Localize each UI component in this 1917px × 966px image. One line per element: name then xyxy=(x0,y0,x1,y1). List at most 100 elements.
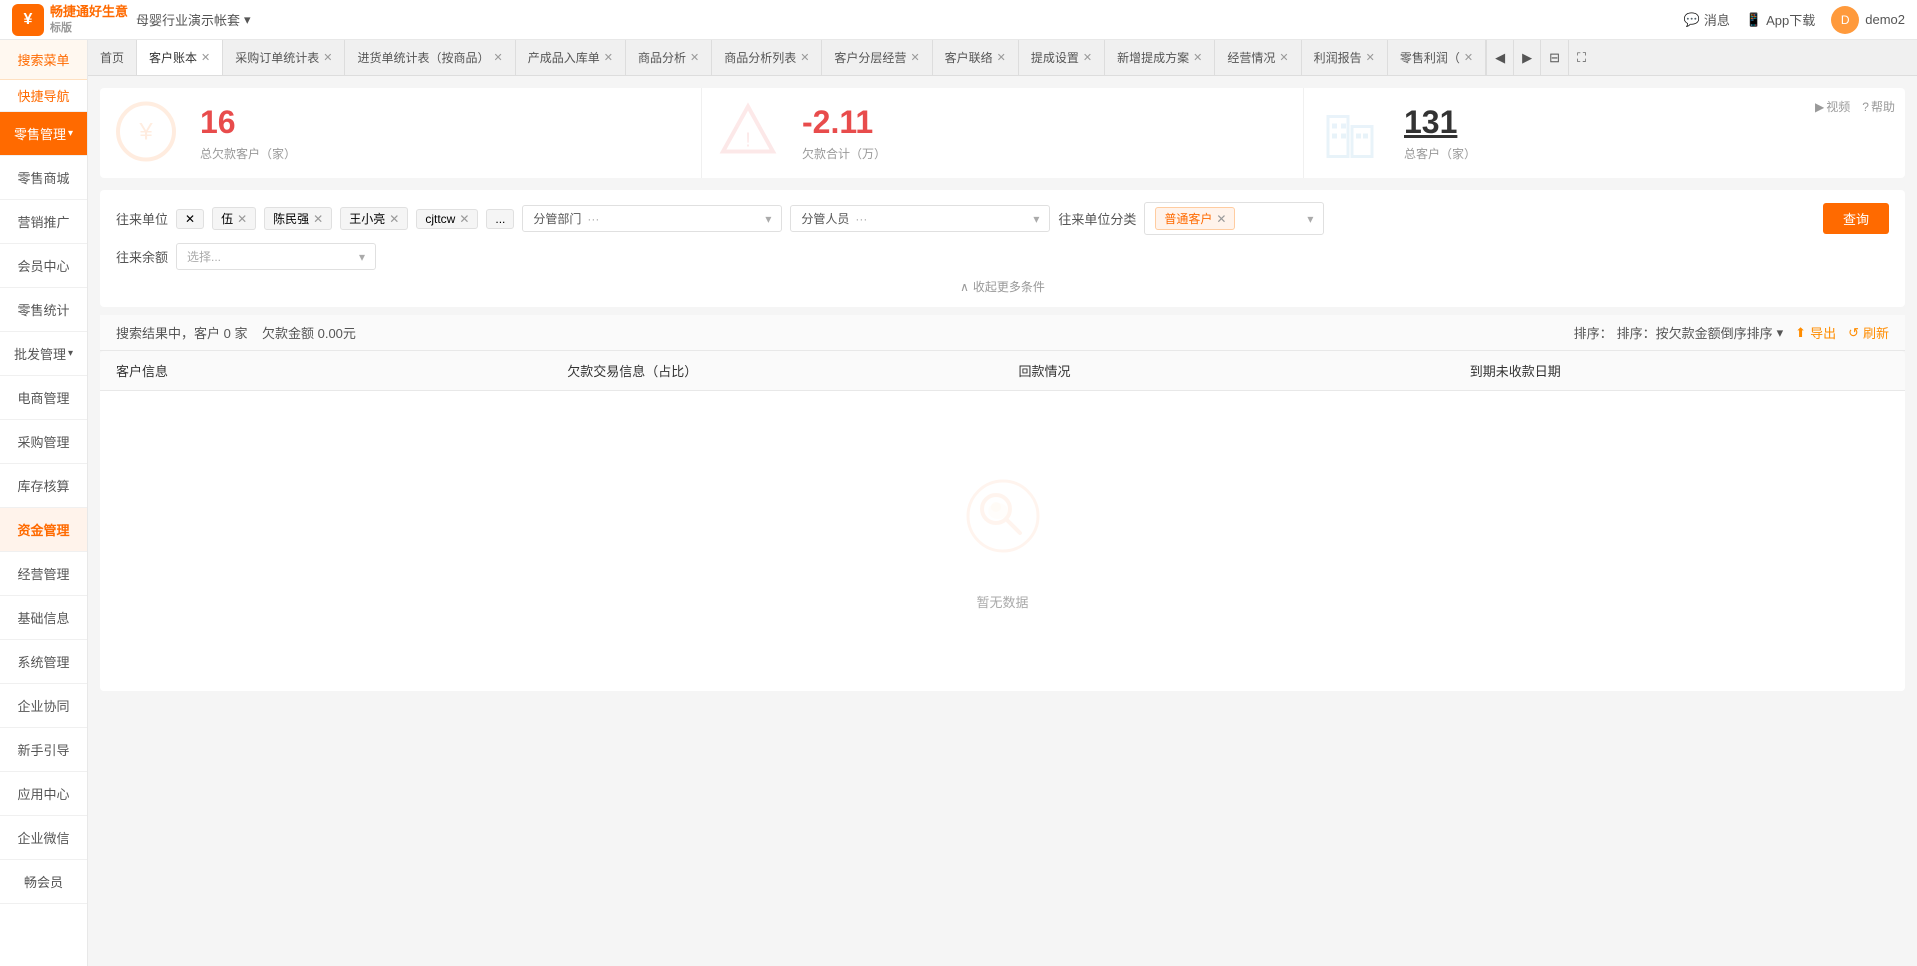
sidebar-item-new-guide[interactable]: 新手引导 xyxy=(0,728,87,772)
tag-cjttcw-remove[interactable]: ✕ xyxy=(459,212,469,226)
sidebar-item-enterprise-wechat[interactable]: 企业微信 xyxy=(0,816,87,860)
tab-collapse-btn[interactable]: ⊟ xyxy=(1540,40,1568,76)
sidebar-label-purchase: 采购管理 xyxy=(17,435,69,450)
tab-customer-book-close[interactable]: ✕ xyxy=(201,51,210,64)
sidebar-item-ecommerce[interactable]: 电商管理 xyxy=(0,376,87,420)
collapse-btn[interactable]: ∧ 收起更多条件 xyxy=(116,278,1889,295)
sidebar-item-member-vip[interactable]: 畅会员 xyxy=(0,860,87,904)
stat-card-customers: ¥ 16 总欠款客户（家） xyxy=(100,88,702,178)
tab-home[interactable]: 首页 xyxy=(88,40,137,76)
unit-type-tag-normal[interactable]: 普通客户 ✕ xyxy=(1155,207,1235,230)
sidebar-item-retail-stats[interactable]: 零售统计 xyxy=(0,288,87,332)
tab-goods-analysis-list-close[interactable]: ✕ xyxy=(800,51,809,64)
sidebar-item-system[interactable]: 系统管理 xyxy=(0,640,87,684)
filter-more-tag[interactable]: ... xyxy=(486,209,514,229)
tab-next-btn[interactable]: ▶ xyxy=(1513,40,1540,76)
filter-tag-cjttcw[interactable]: cjttcw ✕ xyxy=(416,209,478,229)
tab-inbound-close[interactable]: ✕ xyxy=(494,51,503,64)
tab-operations-status-close[interactable]: ✕ xyxy=(1279,51,1288,64)
stat-text-debt: -2.11 欠款合计（万） xyxy=(802,104,886,162)
collapse-up-icon: ∧ xyxy=(960,280,969,294)
unit-type-selector[interactable]: 普通客户 ✕ ▾ xyxy=(1144,202,1324,235)
sidebar-item-purchase[interactable]: 采购管理 xyxy=(0,420,87,464)
tab-customer-contact-label: 客户联络 xyxy=(945,49,993,66)
video-link[interactable]: ▶ 视频 xyxy=(1815,98,1850,115)
dept-arrow: ▾ xyxy=(765,212,771,226)
tab-purchase-order-close[interactable]: ✕ xyxy=(323,51,332,64)
tab-operations-status[interactable]: 经营情况 ✕ xyxy=(1215,40,1301,76)
help-link[interactable]: ? 帮助 xyxy=(1862,98,1895,115)
tab-mention-settings-close[interactable]: ✕ xyxy=(1083,51,1092,64)
balance-arrow: ▾ xyxy=(359,250,365,264)
tab-customer-tier[interactable]: 客户分层经营 ✕ xyxy=(822,40,932,76)
empty-state: 暂无数据 xyxy=(100,391,1905,691)
debt-amount: 0.00元 xyxy=(318,326,356,341)
account-selector[interactable]: 母婴行业演示帐套 ▾ xyxy=(136,10,251,29)
tab-mention-settings[interactable]: 提成设置 ✕ xyxy=(1019,40,1105,76)
tab-customer-tier-close[interactable]: ✕ xyxy=(910,51,919,64)
tag-wu-remove[interactable]: ✕ xyxy=(237,212,247,226)
sidebar-label-marketing: 营销推广 xyxy=(17,215,69,230)
export-label: 导出 xyxy=(1810,323,1836,342)
messages-link[interactable]: 💬 消息 xyxy=(1684,10,1730,29)
user-profile[interactable]: D demo2 xyxy=(1831,6,1905,34)
tab-inbound-stats[interactable]: 进货单统计表（按商品） ✕ xyxy=(345,40,515,76)
tab-add-mention-close[interactable]: ✕ xyxy=(1193,51,1202,64)
dept-selector[interactable]: 分管部门 ··· ▾ xyxy=(522,205,782,232)
sidebar-quick-nav[interactable]: 快捷导航 xyxy=(0,80,87,112)
question-icon: ? xyxy=(1862,100,1869,114)
sidebar-item-operations[interactable]: 经营管理 xyxy=(0,552,87,596)
unit-type-tag-remove[interactable]: ✕ xyxy=(1216,212,1226,226)
tag-wang-remove[interactable]: ✕ xyxy=(389,212,399,226)
filter-all-units[interactable]: ✕ xyxy=(176,209,204,229)
person-label: 分管人员 xyxy=(801,210,849,227)
tab-retail-profit-close[interactable]: ✕ xyxy=(1464,51,1473,64)
tab-add-mention[interactable]: 新增提成方案 ✕ xyxy=(1105,40,1215,76)
tab-customer-book-label: 客户账本 xyxy=(149,49,197,66)
tab-profit-report[interactable]: 利润报告 ✕ xyxy=(1302,40,1388,76)
tab-customer-contact-close[interactable]: ✕ xyxy=(997,51,1006,64)
filter-tag-wang[interactable]: 王小亮 ✕ xyxy=(340,207,408,230)
tab-product-inbound-close[interactable]: ✕ xyxy=(604,51,613,64)
tag-chen-remove[interactable]: ✕ xyxy=(313,212,323,226)
tab-profit-report-close[interactable]: ✕ xyxy=(1366,51,1375,64)
sidebar-label-basic-info: 基础信息 xyxy=(17,611,69,626)
balance-label: 往来余额 xyxy=(116,247,168,266)
tab-goods-analysis-list[interactable]: 商品分析列表 ✕ xyxy=(712,40,822,76)
refresh-button[interactable]: ↺ 刷新 xyxy=(1848,323,1889,342)
sidebar-item-retail-mall[interactable]: 零售商城 xyxy=(0,156,87,200)
messages-label: 消息 xyxy=(1704,10,1730,29)
sidebar-item-retail-mgmt[interactable]: 零售管理 ▾ xyxy=(0,112,87,156)
tab-add-mention-label: 新增提成方案 xyxy=(1117,49,1189,66)
sidebar-label-inventory: 库存核算 xyxy=(17,479,69,494)
sidebar-item-capital[interactable]: 资金管理 xyxy=(0,508,87,552)
sidebar-item-marketing[interactable]: 营销推广 xyxy=(0,200,87,244)
filter-tag-chen[interactable]: 陈民强 ✕ xyxy=(264,207,332,230)
tab-purchase-order-stats[interactable]: 采购订单统计表 ✕ xyxy=(223,40,345,76)
tab-prev-btn[interactable]: ◀ xyxy=(1486,40,1513,76)
sidebar-item-wholesale[interactable]: 批发管理 ▾ xyxy=(0,332,87,376)
tag-cjttcw-text: cjttcw xyxy=(425,212,455,226)
stats-row: ¥ 16 总欠款客户（家） ! xyxy=(100,88,1905,178)
tab-inbound-stats-label: 进货单统计表（按商品） xyxy=(357,49,489,66)
query-button[interactable]: 查询 xyxy=(1823,203,1889,234)
tab-goods-analysis[interactable]: 商品分析 ✕ xyxy=(626,40,712,76)
sidebar-search[interactable]: 搜索菜单 xyxy=(0,40,87,80)
person-selector[interactable]: 分管人员 ··· ▾ xyxy=(790,205,1050,232)
balance-selector[interactable]: 选择... ▾ xyxy=(176,243,376,270)
tab-fullscreen-btn[interactable]: ⛶ xyxy=(1568,40,1594,76)
sidebar-item-enterprise-coop[interactable]: 企业协同 xyxy=(0,684,87,728)
filter-tag-wu[interactable]: 伍 ✕ xyxy=(212,207,256,230)
tab-customer-book[interactable]: 客户账本 ✕ xyxy=(137,40,223,76)
sidebar-item-basic-info[interactable]: 基础信息 xyxy=(0,596,87,640)
sidebar-item-app-center[interactable]: 应用中心 xyxy=(0,772,87,816)
export-button[interactable]: ⬆ 导出 xyxy=(1795,323,1836,342)
tab-retail-profit[interactable]: 零售利润（ ✕ xyxy=(1388,40,1486,76)
tab-customer-contact[interactable]: 客户联络 ✕ xyxy=(933,40,1019,76)
sort-selector[interactable]: 排序： 排序：按欠款金额倒序排序 ▾ xyxy=(1574,323,1784,342)
app-download-link[interactable]: 📱 App下载 xyxy=(1746,10,1815,29)
sidebar-item-inventory[interactable]: 库存核算 xyxy=(0,464,87,508)
sidebar-item-member[interactable]: 会员中心 xyxy=(0,244,87,288)
tab-product-inbound[interactable]: 产成品入库单 ✕ xyxy=(516,40,626,76)
tab-goods-analysis-close[interactable]: ✕ xyxy=(690,51,699,64)
